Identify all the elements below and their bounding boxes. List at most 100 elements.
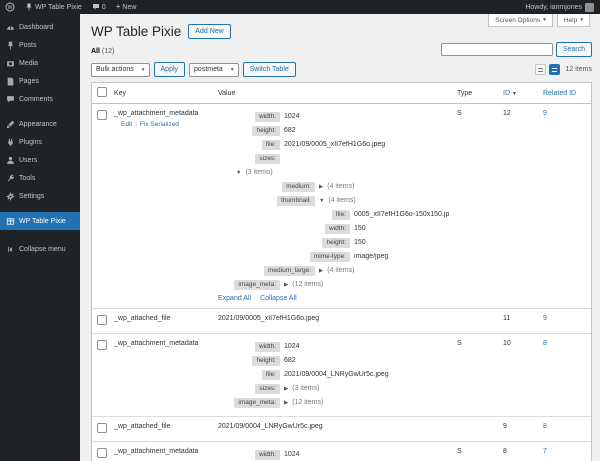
related-id-link[interactable]: 7	[543, 448, 547, 455]
wrench-icon	[7, 174, 15, 181]
meta-field-pill: sizes:	[255, 153, 280, 164]
meta-field-value: 2021/09/0004_LNRyGwUr5c.jpeg	[284, 371, 389, 379]
related-id-link[interactable]: 9	[543, 110, 547, 117]
meta-field-pill: sizes:	[255, 383, 280, 394]
items-count-label: (3 items)	[292, 385, 320, 393]
toggle-arrow-icon[interactable]: ▶	[319, 184, 323, 190]
type-cell: S	[453, 441, 499, 461]
column-header-id[interactable]: ID	[503, 90, 510, 97]
value-entry: image_meta: ▶ (12 items)	[218, 396, 449, 409]
related-id-link[interactable]: 8	[543, 423, 547, 430]
toggle-arrow-icon[interactable]: ▶	[319, 268, 323, 274]
value-entry: sizes: ▶ (3 items)	[218, 382, 449, 395]
meta-field-pill: width:	[255, 341, 280, 352]
related-id-link[interactable]: 8	[543, 340, 547, 347]
comments-menu[interactable]: 0	[87, 0, 111, 14]
list-controls: All (12) Search	[80, 39, 600, 58]
value-entry: file: 2021/09/0004_LNRyGwUr5c.jpeg	[218, 368, 449, 381]
sidebar-item-pages[interactable]: Pages	[0, 72, 80, 90]
related-id-link[interactable]: 9	[543, 315, 547, 322]
collapse-arrow-icon	[8, 246, 12, 252]
sidebar-item-settings[interactable]: Settings	[0, 187, 80, 205]
select-all-checkbox[interactable]	[97, 87, 107, 98]
row-checkbox[interactable]	[97, 110, 107, 121]
meta-key: _wp_attached_file	[114, 315, 171, 323]
add-new-button[interactable]: Add New	[188, 24, 231, 40]
meta-field-pill: width:	[255, 449, 280, 460]
row-checkbox[interactable]	[97, 423, 107, 434]
table-nav: Bulk actions ▾ Apply postmeta ▾ Switch T…	[80, 57, 600, 82]
plus-icon: +	[115, 2, 121, 11]
value-entry: width: 1024	[218, 448, 449, 461]
table-icon	[6, 217, 15, 225]
help-button[interactable]: Help ▾	[556, 14, 590, 27]
sidebar-item-posts[interactable]: Posts	[0, 36, 80, 54]
filter-all-count: (12)	[101, 48, 115, 56]
sidebar-item-dashboard[interactable]: Dashboard	[0, 18, 80, 36]
toggle-arrow-icon[interactable]: ▼	[319, 198, 324, 204]
apply-button[interactable]: Apply	[153, 62, 186, 78]
sidebar-item-appearance[interactable]: Appearance	[0, 115, 80, 133]
expand-all-link[interactable]: Expand All	[218, 295, 251, 302]
value-entry: file: 2021/09/0005_xII7efH1G6o.jpeg	[218, 138, 449, 151]
admin-sidebar: Dashboard Posts Media Pages Comments App…	[0, 14, 80, 461]
meta-value: 2021/09/0004_LNRyGwUr5c.jpeg	[218, 423, 323, 431]
postmeta-table: Key Value Type ID ▼ Related ID _wp_attach…	[91, 82, 592, 461]
id-cell: 9	[499, 416, 539, 442]
search-button[interactable]: Search	[555, 42, 592, 58]
row-checkbox[interactable]	[97, 315, 107, 326]
value-entry: height: 150	[218, 236, 449, 249]
sidebar-item-wp-table-pixie[interactable]: WP Table Pixie	[0, 212, 80, 230]
sidebar-item-users[interactable]: Users	[0, 151, 80, 169]
sidebar-item-media[interactable]: Media	[0, 54, 80, 72]
toggle-arrow-icon[interactable]: ▶	[284, 400, 288, 406]
views-filter: All (12)	[91, 48, 114, 57]
row-checkbox[interactable]	[97, 448, 107, 459]
search-input[interactable]	[440, 43, 553, 57]
sort-desc-icon: ▼	[512, 90, 517, 97]
screen-meta-links: Screen Options ▾ Help ▾	[488, 14, 590, 27]
filter-all-link[interactable]: All	[91, 48, 100, 55]
meta-field-value: 150	[354, 225, 366, 233]
sidebar-item-comments[interactable]: Comments	[0, 90, 80, 108]
value-entry: mime-type: image/jpeg	[218, 250, 449, 263]
value-entry: medium: ▶ (4 items)	[218, 180, 449, 193]
list-view-toggle[interactable]	[534, 64, 546, 76]
meta-key: _wp_attached_file	[114, 423, 171, 431]
collapse-menu-button[interactable]: Collapse menu	[0, 240, 80, 258]
value-entry: thumbnail: ▼ (4 items)	[218, 194, 449, 207]
switch-table-button[interactable]: Switch Table	[242, 62, 296, 78]
page-icon	[7, 77, 14, 85]
sidebar-item-plugins[interactable]: Plugins	[0, 133, 80, 151]
items-count-label: (12 items)	[292, 281, 324, 289]
meta-field-pill: file:	[331, 209, 350, 220]
column-header-related-id[interactable]: Related ID	[543, 90, 576, 97]
toggle-arrow-icon[interactable]: ▶	[284, 282, 288, 288]
toggle-arrow-icon[interactable]: ▶	[284, 386, 288, 392]
screen-options-button[interactable]: Screen Options ▾	[488, 14, 553, 27]
value-entry: file: 0005_xII7efH1G6o-150x150.jpeg	[218, 208, 449, 221]
wp-logo-menu[interactable]: W	[0, 0, 20, 14]
items-count-label: (4 items)	[327, 183, 355, 191]
meta-field-pill: mime-type:	[309, 251, 350, 262]
toggle-arrow-icon[interactable]: ▼	[236, 170, 241, 176]
fix-serialized-link[interactable]: Fix Serialized	[140, 121, 179, 128]
rich-view-toggle[interactable]	[548, 64, 560, 76]
main-content: Screen Options ▾ Help ▾ WP Table Pixie A…	[80, 14, 600, 461]
new-content-menu[interactable]: + New	[111, 0, 142, 14]
table-select[interactable]: postmeta ▾	[189, 62, 239, 77]
collapse-all-link[interactable]: Collapse All	[260, 295, 297, 302]
items-count-label: (4 items)	[328, 197, 356, 205]
bulk-actions-select[interactable]: Bulk actions ▾	[91, 62, 150, 77]
table-header-row: Key Value Type ID ▼ Related ID	[92, 83, 591, 105]
howdy-menu[interactable]: Howdy, ianmjones	[525, 4, 582, 11]
type-cell	[453, 416, 499, 442]
row-checkbox[interactable]	[97, 340, 107, 351]
table-row: _wp_attached_file 2021/09/0005_xII7efH1G…	[92, 308, 591, 334]
value-entry: medium_large: ▶ (4 items)	[218, 264, 449, 277]
type-cell: S	[457, 110, 462, 118]
site-name-menu[interactable]: WP Table Pixie	[20, 0, 87, 14]
meta-field-pill: file:	[261, 139, 280, 150]
edit-link[interactable]: Edit	[121, 121, 132, 128]
sidebar-item-tools[interactable]: Tools	[0, 169, 80, 187]
